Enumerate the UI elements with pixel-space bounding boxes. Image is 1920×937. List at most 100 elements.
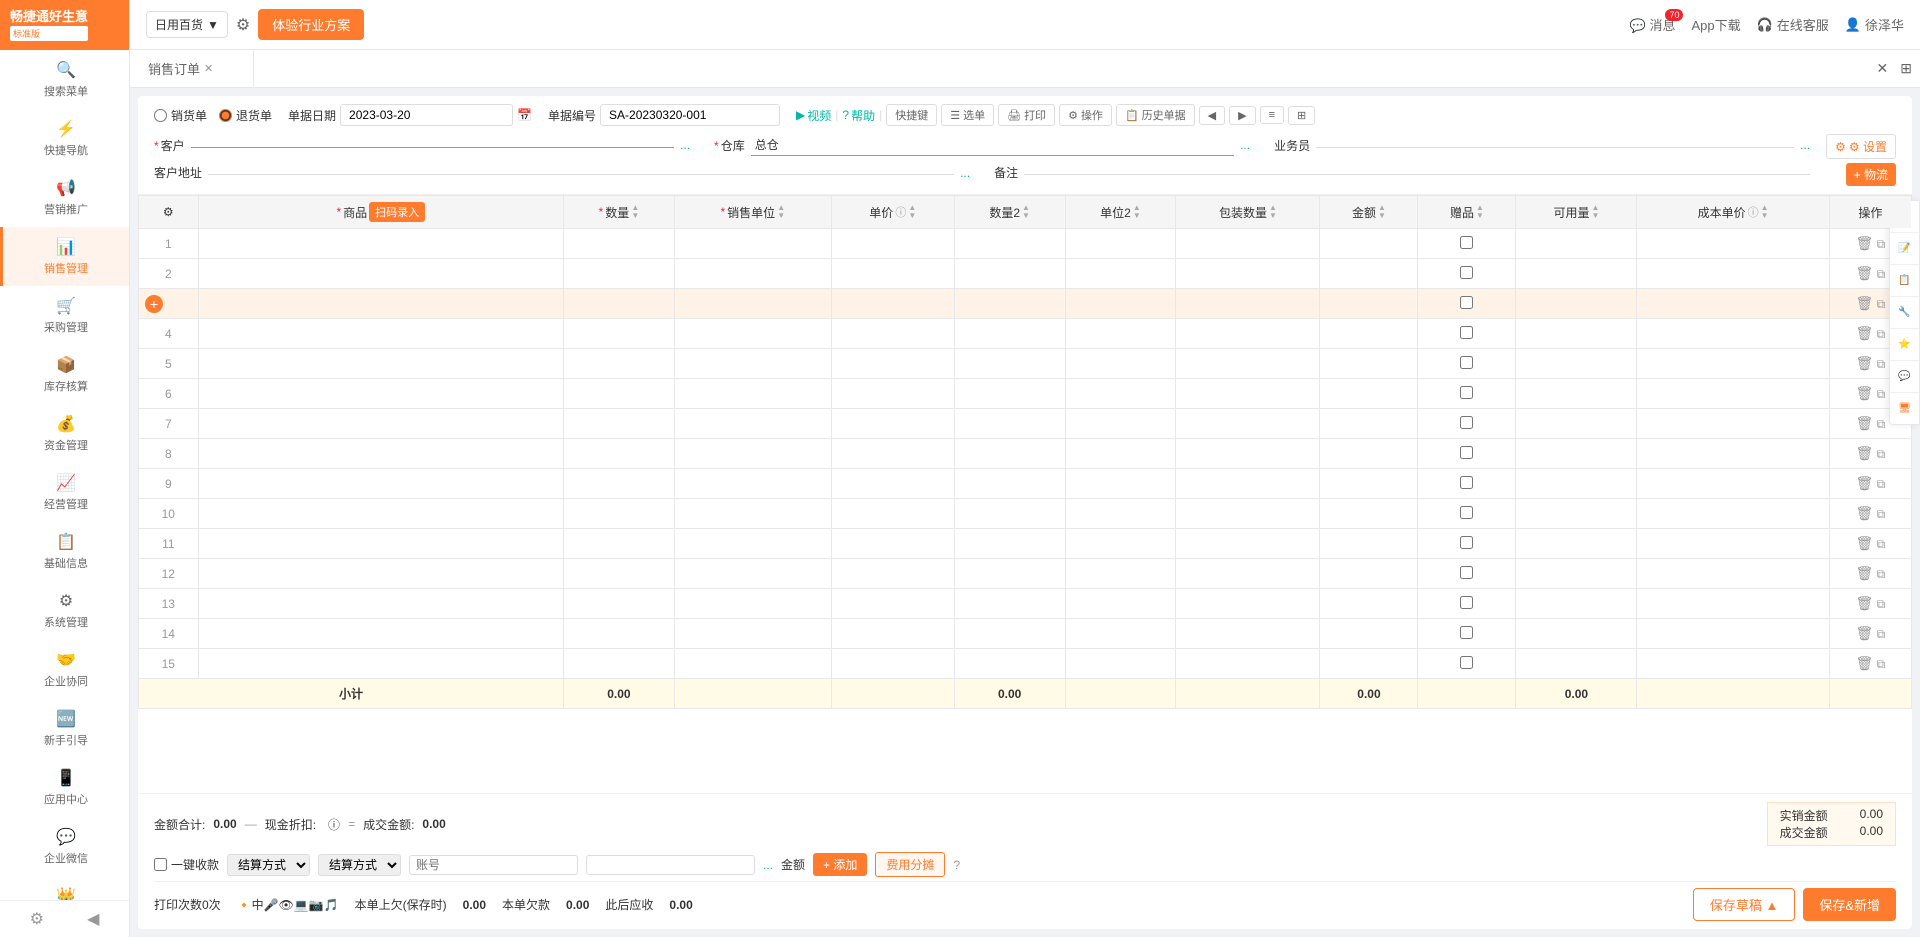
pkg-qty-cell[interactable]: [1176, 319, 1320, 349]
unit-price-cell[interactable]: [831, 469, 954, 499]
cost-unit-cell[interactable]: [1637, 409, 1829, 439]
copy-row-btn[interactable]: ⧉: [1877, 297, 1886, 312]
copy-row-btn[interactable]: ⧉: [1877, 357, 1886, 372]
collapse-icon[interactable]: ◀: [87, 909, 99, 929]
gift-checkbox[interactable]: [1460, 266, 1473, 279]
amount-cell[interactable]: [1320, 289, 1418, 319]
delete-row-btn[interactable]: 🗑: [1856, 565, 1874, 582]
delete-row-btn[interactable]: 🗑: [1856, 355, 1874, 372]
remark-input[interactable]: [1024, 170, 1810, 175]
sidebar-item-finance[interactable]: 💰资金管理: [0, 404, 129, 463]
tab-close-icon[interactable]: ✕: [204, 62, 213, 75]
quantity-cell[interactable]: [564, 559, 675, 589]
pkg-qty-cell[interactable]: [1176, 259, 1320, 289]
delete-row-btn[interactable]: 🗑: [1856, 235, 1874, 252]
cost-unit-cell[interactable]: [1637, 379, 1829, 409]
account-ellipsis[interactable]: ...: [763, 858, 773, 872]
quantity-cell[interactable]: [564, 229, 675, 259]
copy-row-btn[interactable]: ⧉: [1877, 237, 1886, 252]
unit2-cell[interactable]: [1065, 589, 1176, 619]
pkg-qty-cell[interactable]: [1176, 529, 1320, 559]
pkg-qty-cell[interactable]: [1176, 469, 1320, 499]
topbar-gear-icon[interactable]: ⚙: [236, 15, 250, 35]
available-cell[interactable]: [1516, 559, 1637, 589]
unit2-cell[interactable]: [1065, 349, 1176, 379]
cost-unit-cell[interactable]: [1637, 649, 1829, 679]
th-settings[interactable]: ⚙: [139, 196, 199, 229]
unit2-cell[interactable]: [1065, 499, 1176, 529]
product-cell[interactable]: [198, 559, 563, 589]
staff-input[interactable]: [1316, 143, 1794, 148]
copy-row-btn[interactable]: ⧉: [1877, 327, 1886, 342]
amount-cell[interactable]: [1320, 619, 1418, 649]
quantity-cell[interactable]: [564, 619, 675, 649]
video-btn[interactable]: ▶ 视频: [796, 107, 831, 124]
gift-checkbox[interactable]: [1460, 386, 1473, 399]
sales-unit-cell[interactable]: [674, 259, 831, 289]
cost-unit-cell[interactable]: [1637, 289, 1829, 319]
pkg-qty-cell[interactable]: [1176, 229, 1320, 259]
available-cell[interactable]: [1516, 409, 1637, 439]
delete-row-btn[interactable]: 🗑: [1856, 595, 1874, 612]
product-cell[interactable]: [198, 529, 563, 559]
qty2-cell[interactable]: [954, 259, 1065, 289]
sales-unit-cell[interactable]: [674, 379, 831, 409]
unit-price-cell[interactable]: [831, 229, 954, 259]
qty2-cell[interactable]: [954, 529, 1065, 559]
quantity-cell[interactable]: [564, 469, 675, 499]
quantity-cell[interactable]: [564, 319, 675, 349]
quantity-cell[interactable]: [564, 649, 675, 679]
product-cell[interactable]: [198, 499, 563, 529]
copy-row-btn[interactable]: ⧉: [1877, 657, 1886, 672]
copy-row-btn[interactable]: ⧉: [1877, 567, 1886, 582]
quantity-cell[interactable]: [564, 379, 675, 409]
unit-price-cell[interactable]: [831, 409, 954, 439]
unit-price-cell[interactable]: [831, 379, 954, 409]
sidebar-item-inventory[interactable]: 📦库存核算: [0, 345, 129, 404]
product-cell[interactable]: [198, 379, 563, 409]
cost-unit-cell[interactable]: [1637, 619, 1829, 649]
right-float-item-4[interactable]: ⭐: [1890, 329, 1919, 361]
quantity-cell[interactable]: [564, 289, 675, 319]
right-float-item-2[interactable]: 📋: [1890, 265, 1919, 297]
unit-price-cell[interactable]: [831, 259, 954, 289]
pkg-qty-cell[interactable]: [1176, 619, 1320, 649]
available-cell[interactable]: [1516, 319, 1637, 349]
sales-unit-cell[interactable]: [674, 229, 831, 259]
account-no-input[interactable]: [586, 855, 755, 875]
copy-row-btn[interactable]: ⧉: [1877, 537, 1886, 552]
qty2-cell[interactable]: [954, 439, 1065, 469]
gift-cell[interactable]: [1418, 649, 1516, 679]
delete-row-btn[interactable]: 🗑: [1856, 625, 1874, 642]
available-cell[interactable]: [1516, 469, 1637, 499]
unit-price-cell[interactable]: [831, 559, 954, 589]
sidebar-item-quick-nav[interactable]: ⚡快捷导航: [0, 109, 129, 168]
gift-cell[interactable]: [1418, 349, 1516, 379]
pkg-qty-cell[interactable]: [1176, 439, 1320, 469]
available-cell[interactable]: [1516, 619, 1637, 649]
unit-price-cell[interactable]: [831, 439, 954, 469]
add-payment-btn[interactable]: + 添加: [813, 853, 867, 876]
return-bill-radio-input[interactable]: [219, 109, 232, 122]
sales-unit-cell[interactable]: [674, 529, 831, 559]
delete-row-btn[interactable]: 🗑: [1856, 295, 1874, 312]
address-input[interactable]: [208, 170, 954, 175]
quantity-cell[interactable]: [564, 499, 675, 529]
gift-checkbox[interactable]: [1460, 416, 1473, 429]
delete-row-btn[interactable]: 🗑: [1856, 505, 1874, 522]
cost-unit-cell[interactable]: [1637, 229, 1829, 259]
amount-cell[interactable]: [1320, 409, 1418, 439]
copy-row-btn[interactable]: ⧉: [1877, 447, 1886, 462]
gift-cell[interactable]: [1418, 319, 1516, 349]
delete-row-btn[interactable]: 🗑: [1856, 655, 1874, 672]
quantity-cell[interactable]: [564, 259, 675, 289]
cost-unit-cell[interactable]: [1637, 439, 1829, 469]
delete-row-btn[interactable]: 🗑: [1856, 265, 1874, 282]
gift-cell[interactable]: [1418, 559, 1516, 589]
warehouse-ellipsis[interactable]: ...: [1240, 138, 1250, 152]
gift-checkbox[interactable]: [1460, 446, 1473, 459]
available-cell[interactable]: [1516, 259, 1637, 289]
right-float-item-3[interactable]: 🔧: [1890, 297, 1919, 329]
gift-cell[interactable]: [1418, 529, 1516, 559]
sales-unit-cell[interactable]: [674, 349, 831, 379]
